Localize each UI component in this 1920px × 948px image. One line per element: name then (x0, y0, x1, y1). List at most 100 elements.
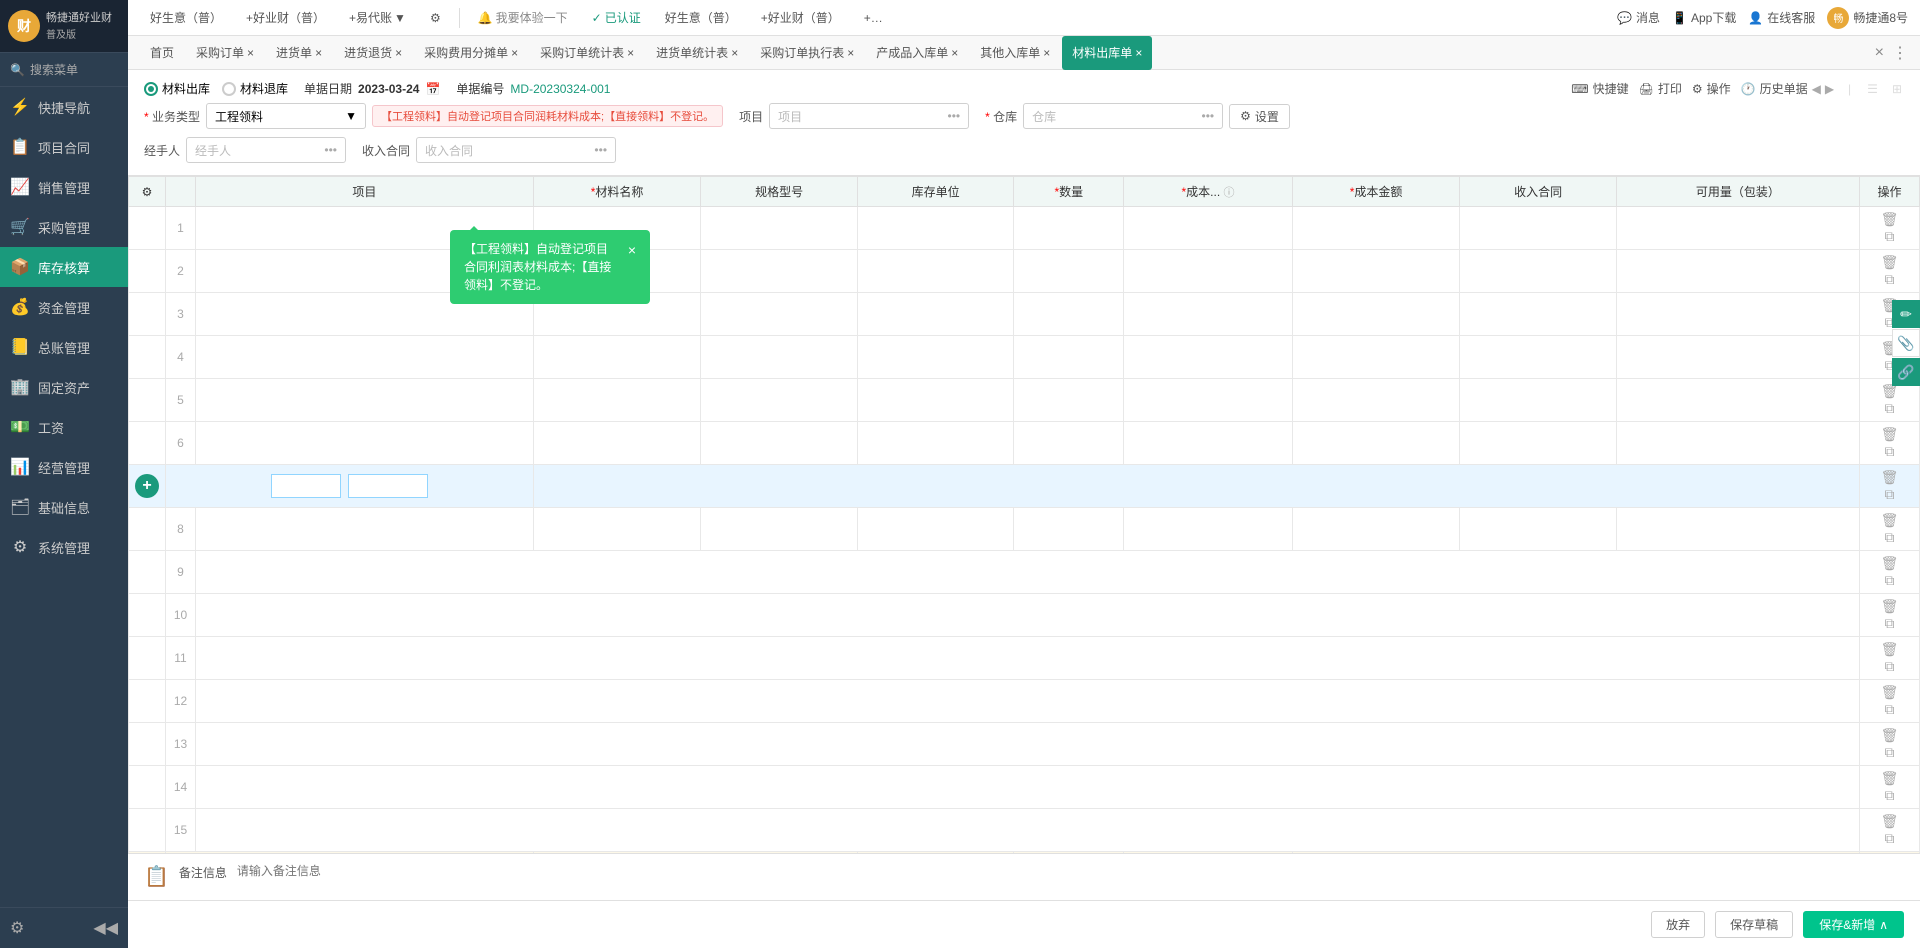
project-select[interactable]: 项目 ••• (769, 103, 969, 129)
row-2-income-contract[interactable] (1460, 250, 1616, 293)
row-8-cost-amount[interactable] (1292, 508, 1460, 551)
warehouse-select[interactable]: 仓库 ••• (1023, 103, 1223, 129)
topbar-good-biz[interactable]: 好生意（普） (140, 1, 232, 35)
tab-close-icon[interactable]: × (627, 46, 634, 60)
project-dots-icon[interactable]: ••• (948, 109, 961, 123)
search-menu-button[interactable]: 🔍 搜索菜单 (0, 53, 128, 87)
row-2-spec[interactable] (701, 250, 857, 293)
tab-close-icon[interactable]: × (315, 46, 322, 60)
collapse-icon[interactable]: ◀◀ (93, 918, 118, 938)
row-1-qty[interactable] (1014, 207, 1124, 250)
row-4-project[interactable] (196, 336, 534, 379)
tab-purchase-stats[interactable]: 采购订单统计表× (530, 36, 644, 70)
col-settings-header[interactable]: ⚙ (129, 177, 166, 207)
copy-row-icon[interactable]: ⧉ (1881, 828, 1899, 848)
sidebar-item-basic[interactable]: 🗂 基础信息 (0, 487, 128, 527)
row-1-cost[interactable] (1124, 207, 1292, 250)
row-8-cost[interactable] (1124, 508, 1292, 551)
row-4-material[interactable] (533, 336, 701, 379)
tab-product-in[interactable]: 产成品入库单× (866, 36, 968, 70)
tab-close-icon[interactable]: × (247, 46, 254, 60)
topbar-good-wealth[interactable]: +好业财（普） (236, 1, 335, 35)
row-1-spec[interactable] (701, 207, 857, 250)
copy-row-icon[interactable]: ⧉ (1881, 656, 1899, 676)
tab-close-icon[interactable]: × (847, 46, 854, 60)
row-8-spec[interactable] (701, 508, 857, 551)
row-8-project[interactable] (196, 508, 534, 551)
row-5-spec[interactable] (701, 379, 857, 422)
row-4-cost[interactable] (1124, 336, 1292, 379)
copy-row-icon[interactable]: ⧉ (1881, 699, 1899, 719)
handler-select[interactable]: 经手人 ••• (186, 137, 346, 163)
settings-button[interactable]: ⚙ 设置 (1229, 104, 1290, 129)
operate-button[interactable]: ⚙ 操作 (1692, 80, 1731, 97)
row-2-cost-amount[interactable] (1292, 250, 1460, 293)
row-5-cost-amount[interactable] (1292, 379, 1460, 422)
tab-incoming-stats[interactable]: 进货单统计表× (646, 36, 748, 70)
row-5-cost[interactable] (1124, 379, 1292, 422)
copy-row-icon[interactable]: ⧉ (1881, 441, 1899, 461)
topbar-experience[interactable]: 🔔 我要体验一下 (468, 1, 578, 35)
biz-type-select[interactable]: 工程领料 ▼ (206, 103, 366, 129)
sidebar-item-inventory[interactable]: 📦 库存核算 (0, 247, 128, 287)
save-draft-button[interactable]: 保存草稿 (1715, 911, 1793, 938)
settings-bottom-icon[interactable]: ⚙ (10, 918, 24, 938)
row-6-cost-amount[interactable] (1292, 422, 1460, 465)
row-6-spec[interactable] (701, 422, 857, 465)
nav-prev-icon[interactable]: ◀ (1812, 82, 1821, 96)
topbar-certified[interactable]: ✓ 已认证 (582, 1, 651, 35)
tab-purchase-order[interactable]: 采购订单× (186, 36, 264, 70)
copy-row-icon[interactable]: ⧉ (1881, 484, 1899, 504)
row-8-income-contract[interactable] (1460, 508, 1616, 551)
notes-input[interactable] (237, 862, 1904, 892)
save-new-button[interactable]: 保存&新增 ∧ (1803, 911, 1904, 938)
income-contract-select[interactable]: 收入合同 ••• (416, 137, 616, 163)
quick-key-button[interactable]: ⌨ 快捷键 (1571, 80, 1628, 97)
print-button[interactable]: 🖨 打印 (1639, 80, 1682, 97)
row-5-material[interactable] (533, 379, 701, 422)
sidebar-item-ledger[interactable]: 📒 总账管理 (0, 327, 128, 367)
tab-close-icon[interactable]: × (1043, 46, 1050, 60)
side-edit-icon[interactable]: ✏ (1892, 300, 1920, 328)
row-8-material[interactable] (533, 508, 701, 551)
row-3-income-contract[interactable] (1460, 293, 1616, 336)
history-button[interactable]: 🕐 历史单据 ◀ ▶ (1741, 80, 1834, 97)
row-3-cost[interactable] (1124, 293, 1292, 336)
tab-purchase-exec[interactable]: 采购订单执行表× (750, 36, 864, 70)
tab-close-icon[interactable]: × (731, 46, 738, 60)
topbar-easy-agent[interactable]: +易代账 ▼ (339, 1, 416, 35)
tab-close-icon[interactable]: × (511, 46, 518, 60)
tab-material-close-icon[interactable]: × (1135, 46, 1142, 60)
online-support-button[interactable]: 👤 在线客服 (1748, 9, 1815, 26)
sidebar-item-sales[interactable]: 📈 销售管理 (0, 167, 128, 207)
tab-close-icon[interactable]: × (951, 46, 958, 60)
tab-purchase-expense[interactable]: 采购费用分摊单× (414, 36, 528, 70)
copy-row-icon[interactable]: ⧉ (1881, 269, 1899, 289)
tab-menu-icon[interactable]: ⋮ (1892, 43, 1908, 63)
row-6-qty[interactable] (1014, 422, 1124, 465)
topbar-good-wealth2[interactable]: +好业财（普） (751, 1, 850, 35)
sidebar-item-operations[interactable]: 📊 经营管理 (0, 447, 128, 487)
copy-row-icon[interactable]: ⧉ (1881, 570, 1899, 590)
tooltip-close-button[interactable]: × (628, 240, 636, 261)
copy-row-icon[interactable]: ⧉ (1881, 785, 1899, 805)
add-row-button[interactable]: + (135, 474, 159, 498)
copy-row-icon[interactable]: ⧉ (1881, 527, 1899, 547)
row-1-cost-amount[interactable] (1292, 207, 1460, 250)
row-3-qty[interactable] (1014, 293, 1124, 336)
radio-out[interactable]: 材料出库 (144, 80, 210, 97)
sidebar-item-project[interactable]: 📋 项目合同 (0, 127, 128, 167)
row-6-cost[interactable] (1124, 422, 1292, 465)
tab-incoming-return[interactable]: 进货退货× (334, 36, 412, 70)
message-button[interactable]: 💬 消息 (1617, 9, 1660, 26)
discard-button[interactable]: 放弃 (1651, 911, 1705, 938)
row-4-qty[interactable] (1014, 336, 1124, 379)
row-8-qty[interactable] (1014, 508, 1124, 551)
sidebar-item-assets[interactable]: 🏢 固定资产 (0, 367, 128, 407)
row-5-income-contract[interactable] (1460, 379, 1616, 422)
sidebar-item-finance[interactable]: 💰 资金管理 (0, 287, 128, 327)
row-7-add-btn[interactable]: + (129, 465, 166, 508)
row-3-cost-amount[interactable] (1292, 293, 1460, 336)
sidebar-item-salary[interactable]: 💵 工资 (0, 407, 128, 447)
close-tab-icon[interactable]: × (1875, 44, 1884, 62)
